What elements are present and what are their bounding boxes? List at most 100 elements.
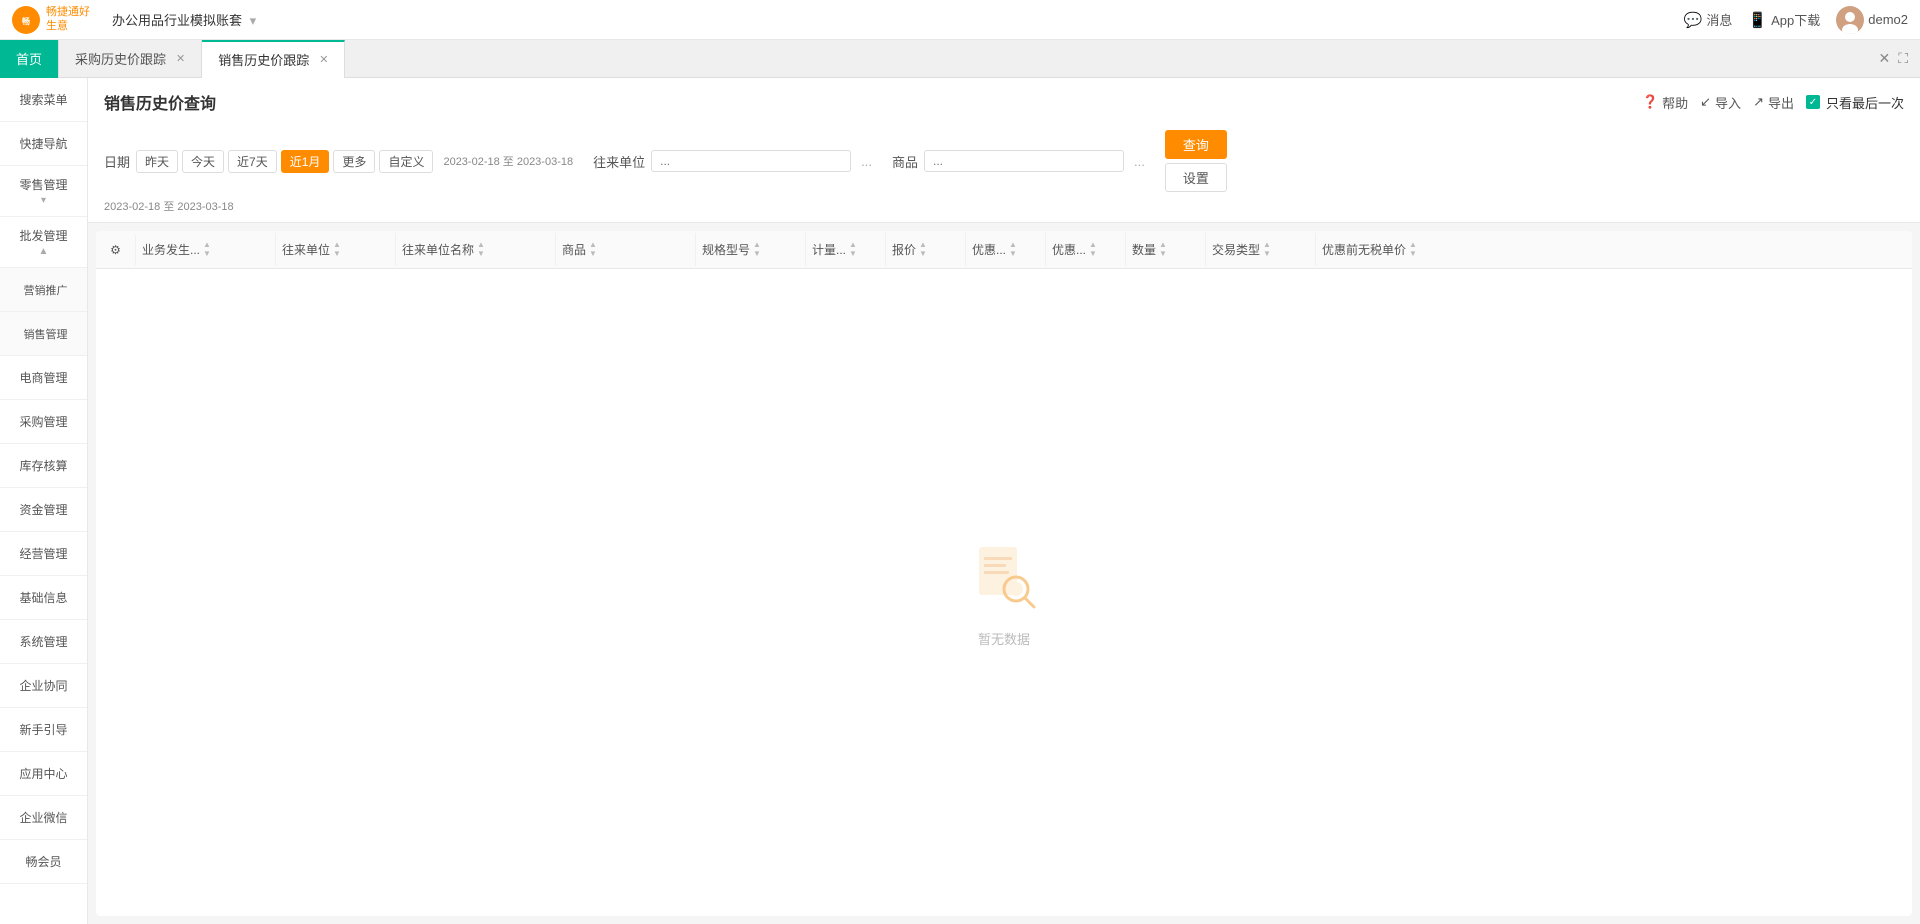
export-btn[interactable]: ↗ 导出 <box>1753 93 1794 112</box>
logo-icon: 畅 <box>12 6 40 34</box>
system-title[interactable]: 办公用品行业模拟账套 ▾ <box>112 10 256 29</box>
top-bar-left: 畅 畅捷通好生意 办公用品行业模拟账套 ▾ <box>12 6 256 34</box>
tab-home[interactable]: 首页 <box>0 40 59 78</box>
th-discount1[interactable]: 优惠... ▲▼ <box>966 233 1046 266</box>
home-tab-label: 首页 <box>16 49 42 68</box>
sidebar-item-system-mgmt[interactable]: 系统管理 <box>0 620 87 664</box>
ecommerce-mgmt-label: 电商管理 <box>19 369 67 386</box>
date-btn-last1m[interactable]: 近1月 <box>281 150 330 173</box>
date-btn-more[interactable]: 更多 <box>333 150 375 173</box>
empty-state-text: 暂无数据 <box>978 629 1030 648</box>
th-qty[interactable]: 数量 ▲▼ <box>1126 233 1206 266</box>
only-last-label: 只看最后一次 <box>1826 93 1904 112</box>
th-spec[interactable]: 规格型号 ▲▼ <box>696 233 806 266</box>
th-pretax-price[interactable]: 优惠前无税单价 ▲▼ <box>1316 233 1912 266</box>
only-last-checkbox-icon: ✓ <box>1806 95 1820 109</box>
new-user-guide-label: 新手引导 <box>19 721 67 738</box>
tab-sales-history[interactable]: 销售历史价跟踪 ✕ <box>202 40 345 78</box>
th-partner-id[interactable]: 往来单位 ▲▼ <box>276 233 396 266</box>
th-date[interactable]: 业务发生... ▲▼ <box>136 233 276 266</box>
vip-member-label: 畅会员 <box>25 853 61 870</box>
table-container: ⚙ 业务发生... ▲▼ 往来单位 ▲▼ 往来单位名称 ▲▼ 商品 ▲▼ <box>96 231 1912 916</box>
sidebar-item-business-mgmt[interactable]: 经营管理 <box>0 532 87 576</box>
page-header: 销售历史价查询 ❓ 帮助 ↙ 导入 ↗ 导出 ✓ <box>88 78 1920 223</box>
table-header: ⚙ 业务发生... ▲▼ 往来单位 ▲▼ 往来单位名称 ▲▼ 商品 ▲▼ <box>96 231 1912 269</box>
th-partner-name-sort-icon: ▲▼ <box>477 241 485 258</box>
purchase-mgmt-label: 采购管理 <box>19 413 67 430</box>
sales-history-tab-label: 销售历史价跟踪 <box>218 50 309 69</box>
tab-purchase-history[interactable]: 采购历史价跟踪 ✕ <box>59 40 202 78</box>
product-filter-input[interactable] <box>924 150 1124 172</box>
export-icon: ↗ <box>1753 94 1764 110</box>
th-price[interactable]: 报价 ▲▼ <box>886 233 966 266</box>
retail-mgmt-arrow-icon: ▾ <box>41 195 46 206</box>
sidebar-item-basic-info[interactable]: 基础信息 <box>0 576 87 620</box>
app-download-btn[interactable]: 📱 App下载 <box>1748 10 1820 29</box>
inventory-label: 库存核算 <box>19 457 67 474</box>
sidebar: 搜索菜单 快捷导航 零售管理 ▾ 批发管理 ▲ 营销推广 销售管理 电商管理 采… <box>0 78 88 924</box>
th-trade-type[interactable]: 交易类型 ▲▼ <box>1206 233 1316 266</box>
sidebar-item-quick-nav[interactable]: 快捷导航 <box>0 122 87 166</box>
partner-filter-group: 往来单位 ... <box>593 150 872 172</box>
product-filter-group: 商品 ... <box>892 150 1145 172</box>
finance-mgmt-label: 资金管理 <box>19 501 67 518</box>
content-area: 销售历史价查询 ❓ 帮助 ↙ 导入 ↗ 导出 ✓ <box>88 78 1920 924</box>
basic-info-label: 基础信息 <box>19 589 67 606</box>
svg-text:畅: 畅 <box>22 16 30 26</box>
tab-bar: 首页 采购历史价跟踪 ✕ 销售历史价跟踪 ✕ ✕ ⛶ <box>0 40 1920 78</box>
settings-button[interactable]: 设置 <box>1165 163 1227 192</box>
help-icon: ❓ <box>1642 94 1658 110</box>
th-discount1-sort-icon: ▲▼ <box>1009 241 1017 258</box>
filter-row: 日期 昨天 今天 近7天 近1月 更多 自定义 2023-02-18 至 202… <box>104 124 1904 196</box>
help-btn[interactable]: ❓ 帮助 <box>1642 93 1688 112</box>
th-partner-name[interactable]: 往来单位名称 ▲▼ <box>396 233 556 266</box>
empty-state-illustration <box>964 537 1044 617</box>
wholesale-mgmt-arrow-icon: ▲ <box>39 246 49 257</box>
page-title-row: 销售历史价查询 ❓ 帮助 ↙ 导入 ↗ 导出 ✓ <box>104 90 1904 114</box>
sidebar-item-enterprise-wechat[interactable]: 企业微信 <box>0 796 87 840</box>
user-avatar-area[interactable]: demo2 <box>1836 6 1908 34</box>
close-sales-history-icon[interactable]: ✕ <box>319 53 328 66</box>
sidebar-item-ecommerce-mgmt[interactable]: 电商管理 <box>0 356 87 400</box>
th-unit[interactable]: 计量... ▲▼ <box>806 233 886 266</box>
sidebar-item-inventory[interactable]: 库存核算 <box>0 444 87 488</box>
sidebar-item-app-center[interactable]: 应用中心 <box>0 752 87 796</box>
date-range-subtext: 2023-02-18 至 2023-03-18 <box>104 201 234 213</box>
product-filter-label: 商品 <box>892 152 918 171</box>
product-dots-icon: ... <box>1134 154 1145 169</box>
sidebar-item-enterprise-collab[interactable]: 企业协同 <box>0 664 87 708</box>
close-purchase-history-icon[interactable]: ✕ <box>176 52 185 65</box>
sidebar-item-wholesale-mgmt[interactable]: 批发管理 ▲ <box>0 217 87 268</box>
message-btn[interactable]: 💬 消息 <box>1684 10 1733 29</box>
partner-filter-input[interactable] <box>651 150 851 172</box>
maximize-icon[interactable]: ⛶ <box>1898 50 1908 67</box>
system-mgmt-label: 系统管理 <box>19 633 67 650</box>
only-last-once-area[interactable]: ✓ 只看最后一次 <box>1806 93 1904 112</box>
th-discount2[interactable]: 优惠... ▲▼ <box>1046 233 1126 266</box>
sidebar-item-new-user-guide[interactable]: 新手引导 <box>0 708 87 752</box>
date-btn-custom[interactable]: 自定义 <box>379 150 433 173</box>
th-discount2-sort-icon: ▲▼ <box>1089 241 1097 258</box>
import-icon: ↙ <box>1700 94 1711 110</box>
date-btn-last7[interactable]: 近7天 <box>228 150 277 173</box>
sidebar-item-finance-mgmt[interactable]: 资金管理 <box>0 488 87 532</box>
avatar <box>1836 6 1864 34</box>
sidebar-item-marketing[interactable]: 营销推广 <box>0 268 87 312</box>
date-btn-today[interactable]: 今天 <box>182 150 224 173</box>
th-product[interactable]: 商品 ▲▼ <box>556 233 696 266</box>
import-btn[interactable]: ↙ 导入 <box>1700 93 1741 112</box>
sidebar-item-purchase-mgmt[interactable]: 采购管理 <box>0 400 87 444</box>
sidebar-item-search-menu[interactable]: 搜索菜单 <box>0 78 87 122</box>
sidebar-item-sales-mgmt[interactable]: 销售管理 <box>0 312 87 356</box>
header-actions: ❓ 帮助 ↙ 导入 ↗ 导出 ✓ 只看最后一次 <box>1642 93 1904 112</box>
th-settings[interactable]: ⚙ <box>96 235 136 265</box>
query-button[interactable]: 查询 <box>1165 130 1227 159</box>
th-spec-sort-icon: ▲▼ <box>753 241 761 258</box>
close-window-icon[interactable]: ✕ <box>1878 50 1890 67</box>
purchase-history-tab-label: 采购历史价跟踪 <box>75 49 166 68</box>
th-trade-type-sort-icon: ▲▼ <box>1263 241 1271 258</box>
sidebar-item-retail-mgmt[interactable]: 零售管理 ▾ <box>0 166 87 217</box>
date-btn-yesterday[interactable]: 昨天 <box>136 150 178 173</box>
sidebar-item-vip-member[interactable]: 畅会员 <box>0 840 87 884</box>
th-qty-sort-icon: ▲▼ <box>1159 241 1167 258</box>
